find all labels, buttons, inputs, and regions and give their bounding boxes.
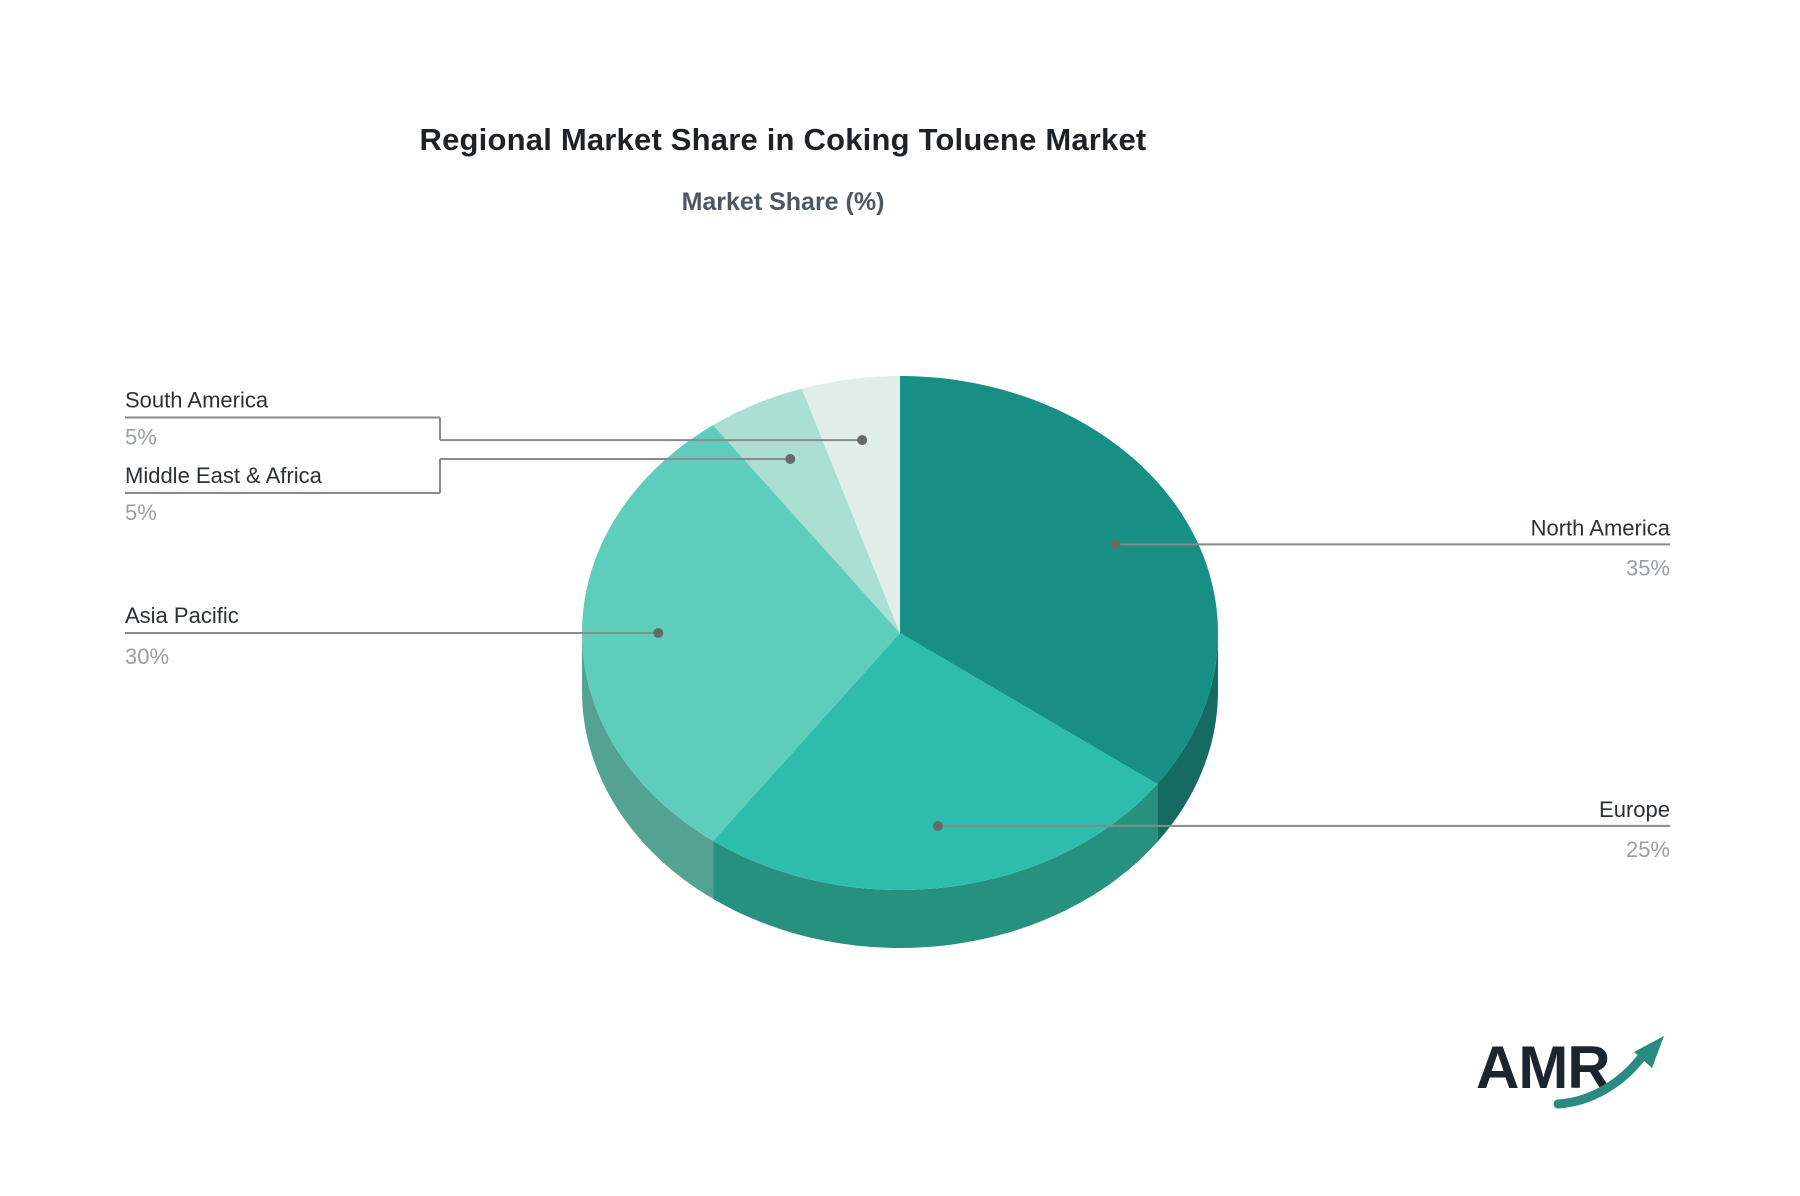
connector-dot-asia-pacific <box>653 628 664 638</box>
connector-dot-middle-east-and-africa <box>785 453 796 464</box>
slice-value-north-america: 35% <box>1626 555 1670 580</box>
pie-chart: North America 35% Europe 25% Asia Pacific 30%… <box>125 376 1671 948</box>
slice-label-middle-east-and-africa: Middle East & Africa <box>125 463 323 488</box>
brand-logo: AMR <box>1476 1032 1696 1122</box>
connector-dot-north-america <box>1110 539 1121 550</box>
slice-value-south-america: 5% <box>125 425 157 450</box>
connector-dot-south-america <box>857 435 868 446</box>
slice-value-middle-east-and-africa: 5% <box>125 500 157 525</box>
slice-label-asia-pacific: Asia Pacific <box>125 603 239 628</box>
brand-logo-arrow-icon <box>1553 1036 1664 1109</box>
connector-dot-europe <box>932 820 943 831</box>
slice-label-europe: Europe <box>1599 797 1670 822</box>
chart-subtitle: Market Share (%) <box>681 188 885 216</box>
slice-value-europe: 25% <box>1626 837 1670 862</box>
slice-label-north-america: North America <box>1531 515 1671 540</box>
slice-label-south-america: South America <box>125 388 269 413</box>
slice-value-asia-pacific: 30% <box>125 644 169 669</box>
chart-title: Regional Market Share in Coking Toluene … <box>419 122 1147 157</box>
chart-canvas: Regional Market Share in Coking Toluene … <box>0 0 1800 1196</box>
